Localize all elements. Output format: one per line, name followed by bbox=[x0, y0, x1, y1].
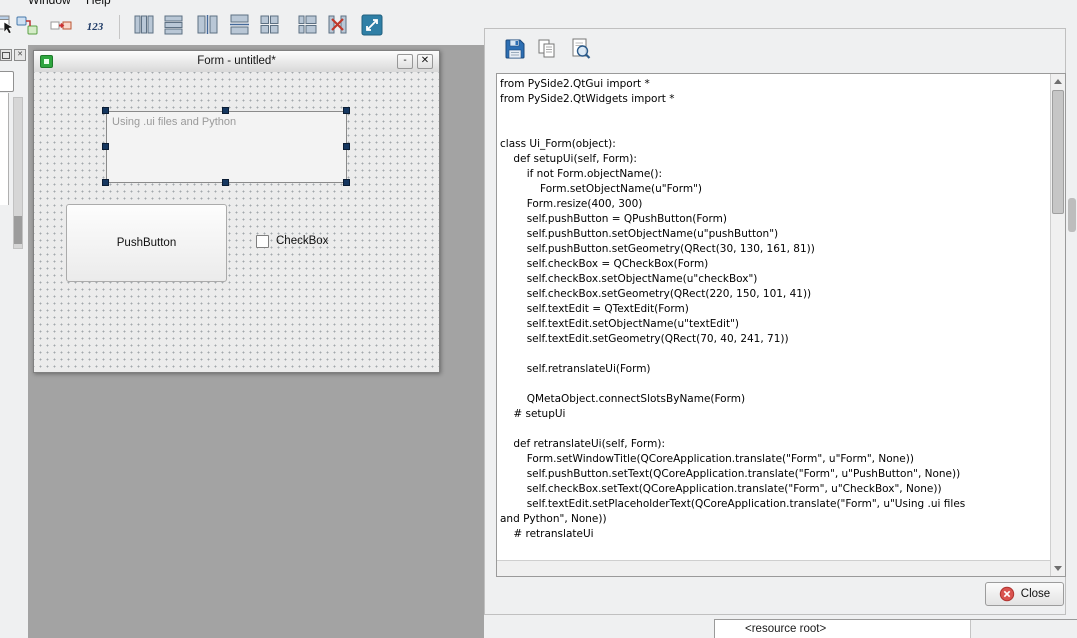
adjust-size-button[interactable] bbox=[358, 14, 386, 40]
close-button[interactable]: Close bbox=[985, 582, 1064, 606]
edit-buddies-icon bbox=[49, 13, 73, 42]
scroll-up-arrow-icon[interactable] bbox=[1054, 79, 1062, 84]
checkbox-indicator[interactable] bbox=[256, 235, 269, 248]
resource-browser-fragment: <resource root> bbox=[714, 619, 1077, 638]
code-text[interactable]: from PySide2.QtGui import * from PySide2… bbox=[500, 77, 1048, 557]
code-horizontal-scrollbar[interactable] bbox=[497, 560, 1050, 576]
edit-signals-slots-button[interactable] bbox=[14, 14, 40, 40]
layout-grid-button[interactable] bbox=[256, 14, 282, 40]
close-button-label: Close bbox=[1021, 588, 1050, 600]
textedit-placeholder: Using .ui files and Python bbox=[112, 116, 236, 128]
copy-icon bbox=[535, 37, 559, 66]
form-close-button[interactable]: ✕ bbox=[417, 54, 433, 69]
dock-close-icon: ✕ bbox=[17, 51, 23, 58]
layout-grid-icon bbox=[258, 13, 281, 41]
print-preview-icon bbox=[569, 37, 593, 66]
layout-vertical-splitter-button[interactable] bbox=[226, 14, 252, 40]
adjust-size-icon bbox=[360, 13, 384, 42]
menu-window[interactable]: Window bbox=[28, 0, 71, 7]
selection-handle-bottom-right[interactable] bbox=[343, 179, 350, 186]
selection-handle-bottom-center[interactable] bbox=[222, 179, 229, 186]
right-scrollbar-thumb[interactable] bbox=[1068, 198, 1076, 232]
qt-designer-screen: Window Help 1 bbox=[0, 0, 1077, 638]
layout-horizontal-splitter-button[interactable] bbox=[194, 14, 220, 40]
break-layout-icon bbox=[326, 13, 349, 41]
widget-box-scrollbar-thumb[interactable] bbox=[14, 216, 22, 244]
close-icon bbox=[999, 586, 1015, 602]
checkbox-label: CheckBox bbox=[276, 234, 328, 248]
selection-handle-top-left[interactable] bbox=[102, 107, 109, 114]
dock-close-button[interactable]: ✕ bbox=[14, 49, 26, 61]
edit-signals-slots-icon bbox=[15, 13, 39, 42]
selection-handle-top-right[interactable] bbox=[343, 107, 350, 114]
layout-horizontal-splitter-icon bbox=[196, 13, 219, 41]
vertical-scrollbar-thumb[interactable] bbox=[1052, 90, 1064, 214]
layout-horizontal-icon bbox=[132, 13, 155, 41]
save-icon bbox=[503, 37, 527, 66]
selection-handle-mid-right[interactable] bbox=[343, 143, 350, 150]
layout-vertical-splitter-icon bbox=[228, 13, 251, 41]
mdi-area: Form - untitled* - ✕ Using .ui files and… bbox=[28, 45, 484, 638]
menu-help[interactable]: Help bbox=[86, 0, 111, 7]
layout-vertically-button[interactable] bbox=[160, 14, 186, 40]
edit-tab-order-button[interactable]: 123 bbox=[80, 14, 110, 40]
code-vertical-scrollbar[interactable] bbox=[1050, 74, 1065, 576]
form-window-titlebar[interactable]: Form - untitled* - ✕ bbox=[34, 51, 439, 73]
code-view[interactable]: from PySide2.QtGui import * from PySide2… bbox=[496, 73, 1066, 577]
pushbutton-label: PushButton bbox=[117, 237, 176, 249]
save-button[interactable] bbox=[502, 38, 528, 64]
layout-form-icon bbox=[296, 13, 319, 41]
widget-box-filter-fragment[interactable] bbox=[0, 71, 14, 92]
edit-tab-order-icon: 123 bbox=[87, 21, 104, 33]
selection-handle-bottom-left[interactable] bbox=[102, 179, 109, 186]
break-layout-button[interactable] bbox=[324, 14, 350, 40]
selection-handle-top-center[interactable] bbox=[222, 107, 229, 114]
print-preview-button[interactable] bbox=[568, 38, 594, 64]
code-preview-dialog: from PySide2.QtGui import * from PySide2… bbox=[484, 28, 1066, 615]
widget-box-scrollbar[interactable] bbox=[13, 97, 23, 249]
form-window-title: Form - untitled* bbox=[34, 51, 439, 71]
form-editor-window: Form - untitled* - ✕ Using .ui files and… bbox=[33, 50, 440, 373]
resource-tree[interactable]: <resource root> bbox=[715, 620, 971, 638]
layout-form-button[interactable] bbox=[294, 14, 320, 40]
widget-box-tree-fragment bbox=[0, 93, 9, 205]
selection-handle-mid-left[interactable] bbox=[102, 143, 109, 150]
menubar: Window Help bbox=[0, 0, 420, 9]
checkbox-widget[interactable]: CheckBox bbox=[256, 234, 328, 248]
form-window-icon bbox=[40, 55, 53, 68]
scroll-down-arrow-icon[interactable] bbox=[1054, 566, 1062, 571]
layout-vertical-icon bbox=[162, 13, 185, 41]
edit-buddies-button[interactable] bbox=[48, 14, 74, 40]
pushbutton-widget[interactable]: PushButton bbox=[66, 204, 227, 282]
copy-button[interactable] bbox=[534, 38, 560, 64]
toolbar-separator bbox=[119, 15, 120, 39]
dock-float-icon bbox=[2, 52, 10, 59]
dock-float-button[interactable] bbox=[0, 49, 12, 61]
form-canvas[interactable]: Using .ui files and Python PushButton Ch… bbox=[34, 72, 439, 372]
resource-root-item[interactable]: <resource root> bbox=[745, 620, 826, 638]
layout-horizontally-button[interactable] bbox=[130, 14, 156, 40]
textedit-widget[interactable]: Using .ui files and Python bbox=[106, 111, 347, 183]
form-minimize-button[interactable]: - bbox=[397, 54, 413, 69]
